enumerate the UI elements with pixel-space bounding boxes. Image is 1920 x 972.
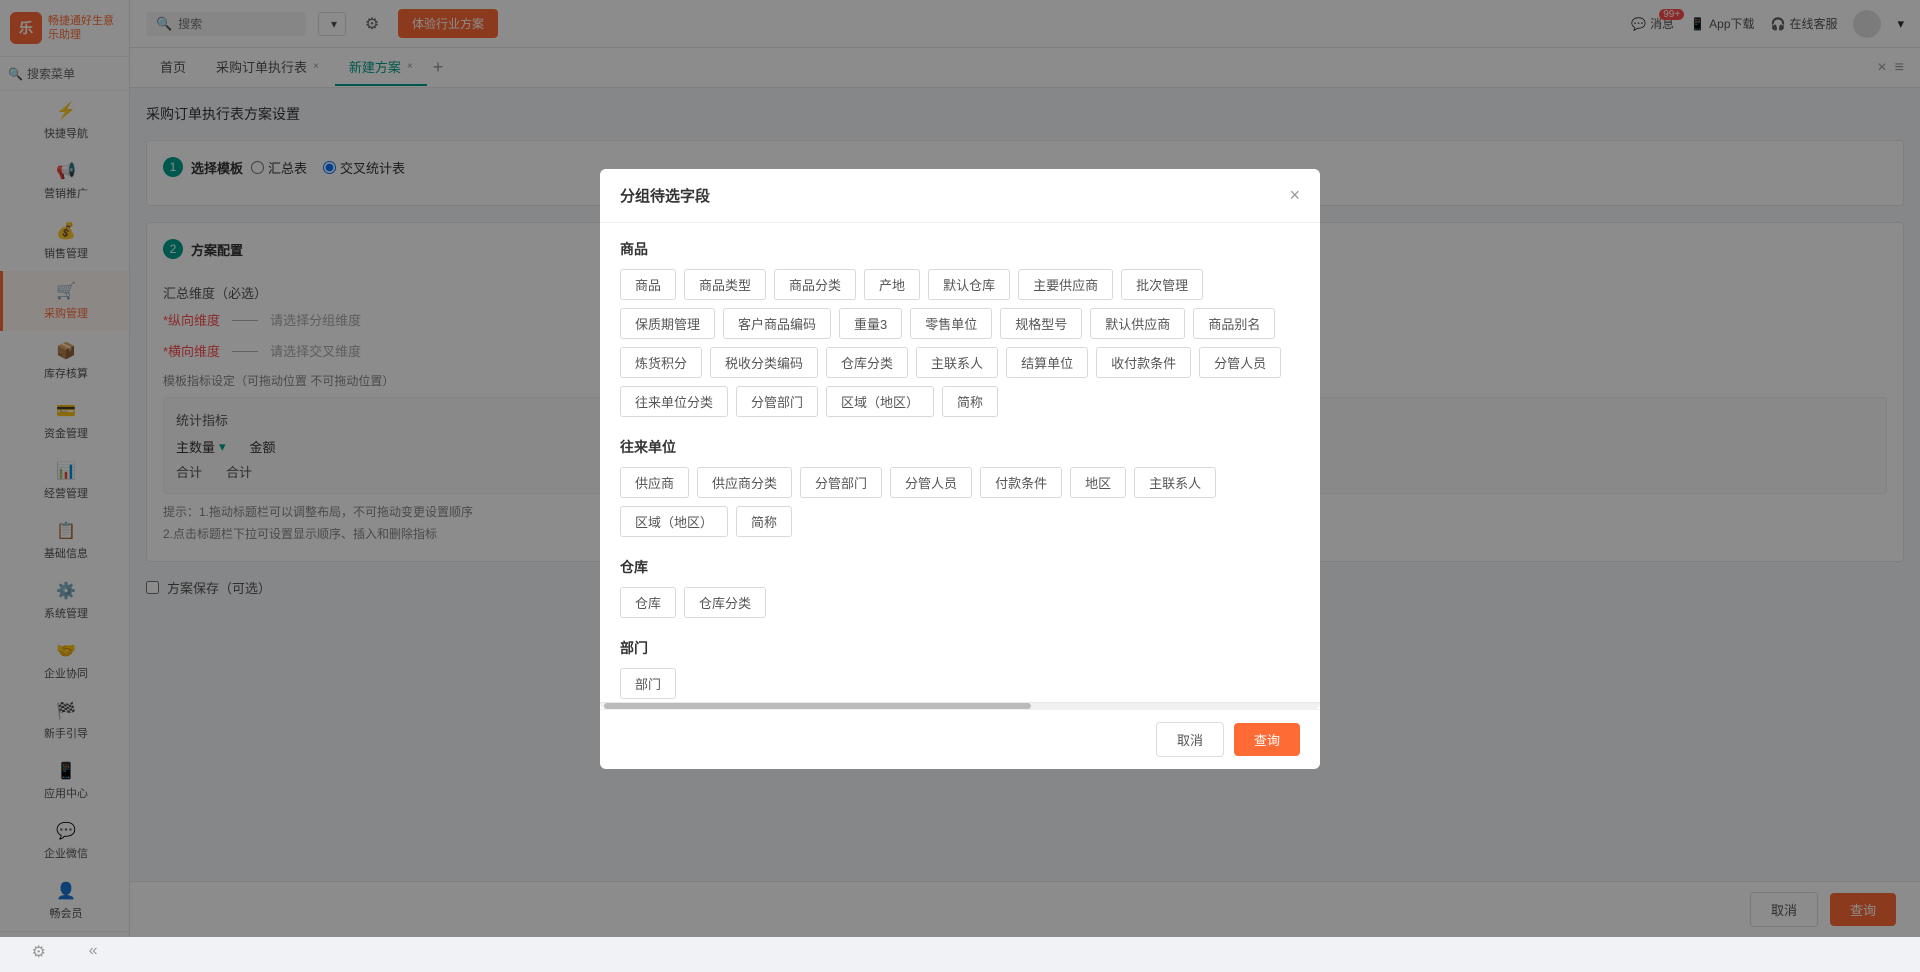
- field-section-title-department: 部门: [620, 638, 1300, 658]
- field-tag-简称[interactable]: 简称: [736, 506, 792, 537]
- field-tag-往来单位分类[interactable]: 往来单位分类: [620, 386, 728, 417]
- field-section-title-counterparts: 往来单位: [620, 437, 1300, 457]
- field-section-counterparts: 往来单位供应商供应商分类分管部门分管人员付款条件地区主联系人区域（地区） 简称: [620, 437, 1300, 537]
- field-tag-批次管理[interactable]: 批次管理: [1121, 269, 1203, 300]
- field-tag-商品类型[interactable]: 商品类型: [684, 269, 766, 300]
- field-section-department: 部门部门: [620, 638, 1300, 699]
- field-tag-主联系人[interactable]: 主联系人: [1134, 467, 1216, 498]
- field-tag-主联系人[interactable]: 主联系人: [916, 347, 998, 378]
- field-tags-counterparts: 供应商供应商分类分管部门分管人员付款条件地区主联系人区域（地区） 简称: [620, 467, 1300, 537]
- settings-icon[interactable]: ⚙: [31, 942, 45, 962]
- modal-overlay: 分组待选字段 × 商品商品商品类型商品分类产地默认仓库主要供应商批次管理保质期管…: [0, 0, 1920, 937]
- field-tag-分管人员[interactable]: 分管人员: [1199, 347, 1281, 378]
- field-tag-商品[interactable]: 商品: [620, 269, 676, 300]
- modal-cancel-button[interactable]: 取消: [1156, 722, 1224, 757]
- field-tag-仓库分类[interactable]: 仓库分类: [684, 587, 766, 618]
- field-tag-零售单位[interactable]: 零售单位: [910, 308, 992, 339]
- modal-close-icon[interactable]: ×: [1289, 185, 1300, 206]
- field-tag-主要供应商[interactable]: 主要供应商: [1018, 269, 1113, 300]
- modal-title: 分组待选字段: [620, 185, 710, 206]
- field-tag-收付款条件[interactable]: 收付款条件: [1096, 347, 1191, 378]
- modal-footer: 取消 查询: [600, 709, 1320, 769]
- field-tag-分管部门[interactable]: 分管部门: [800, 467, 882, 498]
- field-tag-结算单位[interactable]: 结算单位: [1006, 347, 1088, 378]
- modal-header: 分组待选字段 ×: [600, 169, 1320, 223]
- field-tag-商品分类[interactable]: 商品分类: [774, 269, 856, 300]
- field-tag-地区[interactable]: 地区: [1070, 467, 1126, 498]
- field-tag-分管部门[interactable]: 分管部门: [736, 386, 818, 417]
- field-tag-部门[interactable]: 部门: [620, 668, 676, 699]
- collapse-icon[interactable]: «: [89, 942, 98, 962]
- field-section-goods: 商品商品商品类型商品分类产地默认仓库主要供应商批次管理保质期管理客户商品编码重量…: [620, 239, 1300, 417]
- field-tag-商品别名[interactable]: 商品别名: [1193, 308, 1275, 339]
- field-section-warehouse: 仓库仓库仓库分类: [620, 557, 1300, 618]
- field-tag-炼货积分[interactable]: 炼货积分: [620, 347, 702, 378]
- field-tags-goods: 商品商品类型商品分类产地默认仓库主要供应商批次管理保质期管理客户商品编码重量3 零…: [620, 269, 1300, 417]
- field-tag-分管人员[interactable]: 分管人员: [890, 467, 972, 498]
- field-tag-供应商[interactable]: 供应商: [620, 467, 689, 498]
- field-tag-保质期管理[interactable]: 保质期管理: [620, 308, 715, 339]
- field-tag-默认供应商[interactable]: 默认供应商: [1090, 308, 1185, 339]
- field-tag-仓库分类[interactable]: 仓库分类: [826, 347, 908, 378]
- field-section-title-goods: 商品: [620, 239, 1300, 259]
- modal-dialog: 分组待选字段 × 商品商品商品类型商品分类产地默认仓库主要供应商批次管理保质期管…: [600, 169, 1320, 769]
- modal-hscroll[interactable]: [600, 702, 1320, 709]
- field-tag-付款条件[interactable]: 付款条件: [980, 467, 1062, 498]
- modal-confirm-button[interactable]: 查询: [1234, 723, 1300, 756]
- field-tag-客户商品编码[interactable]: 客户商品编码: [723, 308, 831, 339]
- field-tag-重量3[interactable]: 重量3: [839, 308, 902, 339]
- field-tag-税收分类编码[interactable]: 税收分类编码: [710, 347, 818, 378]
- field-tag-区域（地区）[interactable]: 区域（地区）: [620, 506, 728, 537]
- field-tags-warehouse: 仓库仓库分类: [620, 587, 1300, 618]
- field-tag-默认仓库[interactable]: 默认仓库: [928, 269, 1010, 300]
- sidebar-bottom: ⚙ «: [0, 931, 129, 972]
- field-tag-简称[interactable]: 简称: [942, 386, 998, 417]
- field-tag-区域（地区）[interactable]: 区域（地区）: [826, 386, 934, 417]
- field-tag-规格型号[interactable]: 规格型号: [1000, 308, 1082, 339]
- modal-body: 商品商品商品类型商品分类产地默认仓库主要供应商批次管理保质期管理客户商品编码重量…: [600, 223, 1320, 702]
- field-section-title-warehouse: 仓库: [620, 557, 1300, 577]
- field-tag-仓库[interactable]: 仓库: [620, 587, 676, 618]
- field-tag-供应商分类[interactable]: 供应商分类: [697, 467, 792, 498]
- field-tags-department: 部门: [620, 668, 1300, 699]
- field-tag-产地[interactable]: 产地: [864, 269, 920, 300]
